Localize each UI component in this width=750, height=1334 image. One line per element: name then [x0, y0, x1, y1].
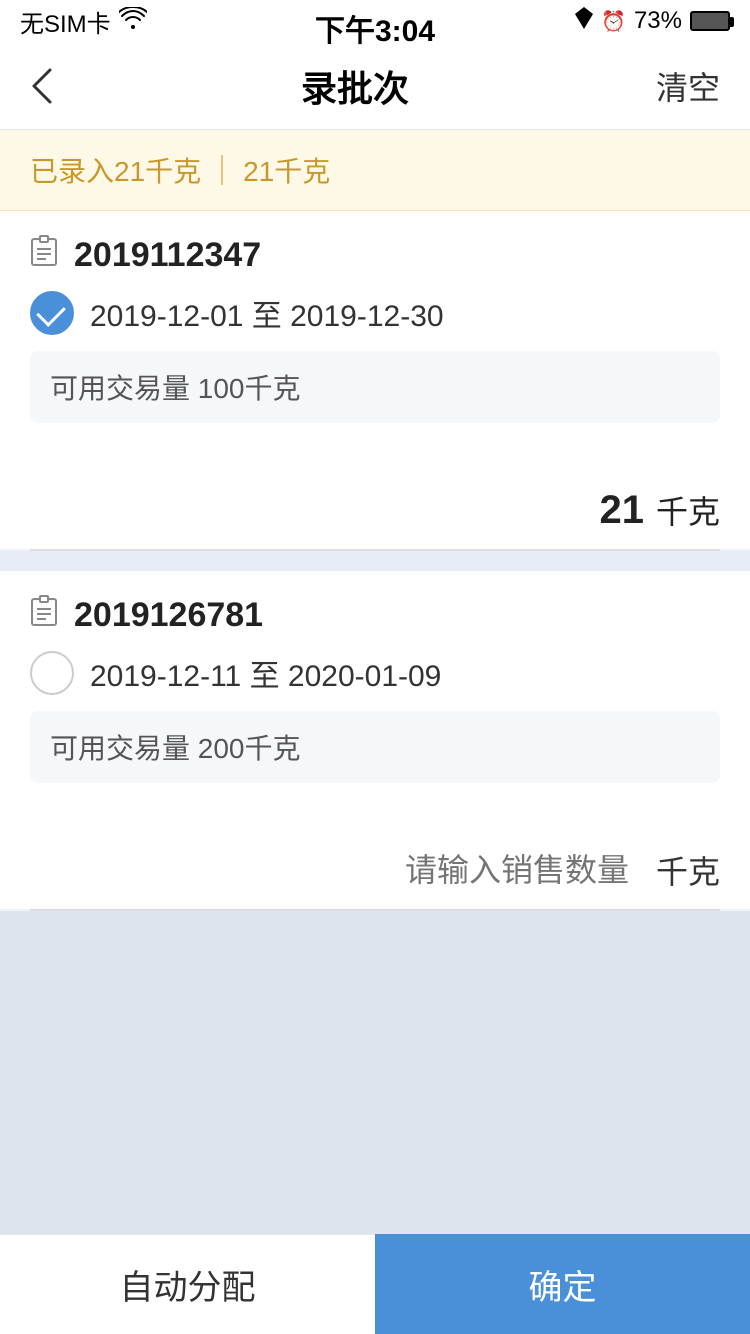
status-bar: 无SIM卡 下午3:04 ⏰ 73% — [0, 0, 750, 42]
section-separator — [0, 551, 750, 571]
auto-distribute-button[interactable]: 自动分配 — [0, 1234, 375, 1334]
batch-2-icon — [30, 595, 62, 635]
info-banner: 已录入21千克 21千克 — [0, 130, 750, 211]
batch-2-date-row[interactable]: 2019-12-11 至 2020-01-09 — [30, 651, 720, 695]
status-right: ⏰ 73% — [575, 7, 730, 36]
batch-2-input-row: 千克 — [0, 827, 750, 909]
wifi-icon — [119, 7, 147, 36]
alarm-icon: ⏰ — [601, 9, 626, 34]
batch-1-avail-text: 可用交易量 100千克 — [50, 373, 301, 404]
batch-2-avail-text: 可用交易量 200千克 — [50, 733, 301, 764]
batch-2-header: 2019126781 — [30, 595, 720, 635]
batch-2-unit: 千克 — [656, 847, 720, 893]
batch-2-avail: 可用交易量 200千克 — [30, 711, 720, 783]
batch-1-icon — [30, 235, 62, 275]
batch-1-amount-unit: 千克 — [656, 487, 720, 533]
battery-text: 73% — [634, 7, 682, 35]
batch-2-qty-input[interactable] — [224, 852, 644, 889]
location-icon — [575, 7, 593, 36]
status-time: 下午3:04 — [315, 6, 435, 50]
bottom-bar: 自动分配 确定 — [0, 1234, 750, 1334]
batch-1-date: 2019-12-01 至 2019-12-30 — [90, 291, 444, 335]
entered-label: 已录入21千克 — [30, 150, 201, 190]
nav-bar: 录批次 清空 — [0, 42, 750, 130]
batch-2-id: 2019126781 — [74, 596, 263, 635]
confirm-button[interactable]: 确定 — [375, 1234, 750, 1334]
batch-1-card: 2019112347 2019-12-01 至 2019-12-30 可用交易量… — [0, 211, 750, 467]
batch-2-card: 2019126781 2019-12-11 至 2020-01-09 可用交易量… — [0, 571, 750, 827]
batch-2-date: 2019-12-11 至 2020-01-09 — [90, 651, 441, 695]
battery-icon — [690, 11, 730, 31]
status-left: 无SIM卡 — [20, 4, 147, 39]
page-title: 录批次 — [301, 60, 409, 112]
entered-value: 21千克 — [243, 150, 330, 190]
batch-1-radio[interactable] — [30, 291, 74, 335]
no-sim-text: 无SIM卡 — [20, 4, 111, 39]
batch-1-avail: 可用交易量 100千克 — [30, 351, 720, 423]
batch-1-id: 2019112347 — [74, 236, 261, 275]
batch-1-date-row[interactable]: 2019-12-01 至 2019-12-30 — [30, 291, 720, 335]
clear-button[interactable]: 清空 — [656, 63, 720, 109]
banner-divider — [221, 155, 223, 185]
batch-1-amount-value: 21 — [599, 488, 644, 533]
back-button[interactable] — [30, 66, 54, 106]
batch-1-amount-row: 21 千克 — [0, 467, 750, 549]
batch-1-header: 2019112347 — [30, 235, 720, 275]
batch-2-radio[interactable] — [30, 651, 74, 695]
